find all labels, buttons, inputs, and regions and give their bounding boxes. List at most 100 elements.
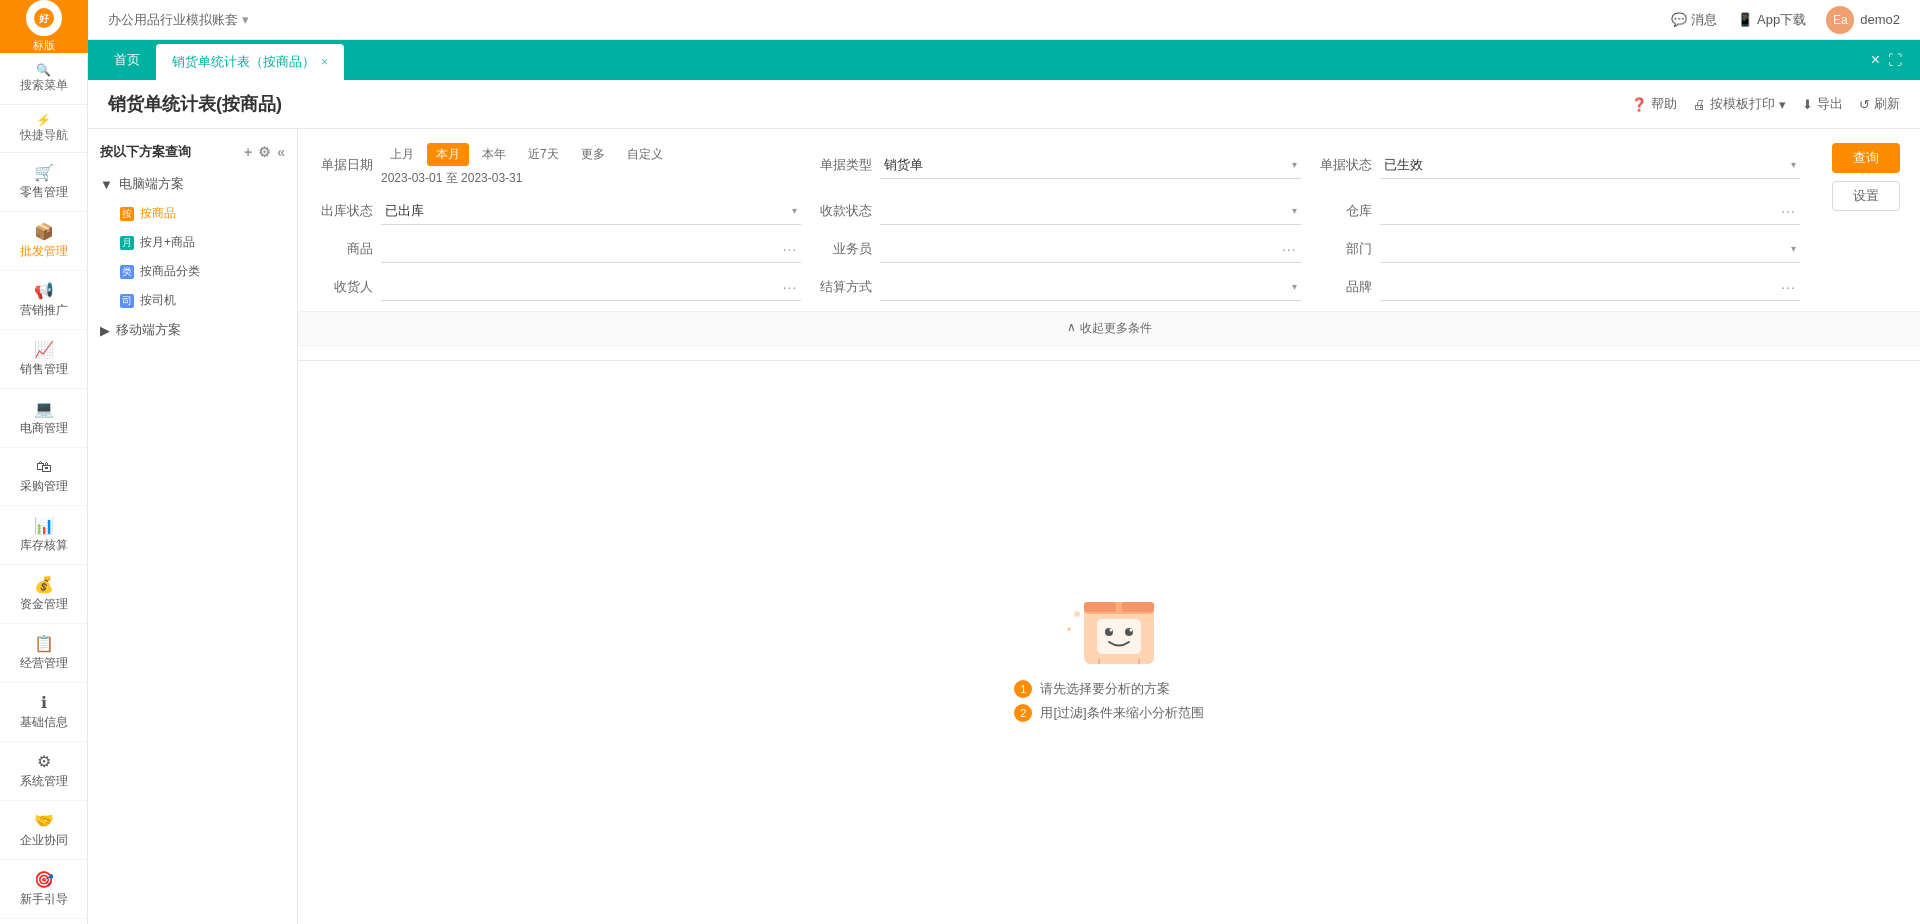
main-area: 办公用品行业模拟账套 ▾ 💬 消息 📱 App下载 Ea demo2 首页 销货… [88,0,1920,924]
dept-field[interactable]: ▾ [1380,235,1800,263]
tree-mobile-section[interactable]: ▶ 移动端方案 [88,315,297,345]
sidebar-item-system[interactable]: ⚙ 系统管理 [0,742,87,801]
date-more[interactable]: 更多 [572,143,614,166]
sidebar-item-wholesale[interactable]: 📦 批发管理 [0,212,87,271]
date-custom[interactable]: 自定义 [618,143,672,166]
help-btn[interactable]: ❓ 帮助 [1631,95,1677,113]
scheme-by-month-goods[interactable]: 月 按月+商品 [108,228,297,257]
brand-field[interactable]: ··· [1380,273,1800,301]
settings-button[interactable]: 设置 [1832,181,1900,211]
tip-text-2: 用[过滤]条件来缩小分析范围 [1040,704,1203,722]
user-name: demo2 [1860,12,1900,27]
date-last-month[interactable]: 上月 [381,143,423,166]
dropdown-icon[interactable]: ▾ [242,12,249,27]
sidebar-item-apps[interactable]: 🔧 应用中心 [0,919,87,924]
brand-label: 品牌 [1317,278,1372,296]
add-scheme-icon[interactable]: + [244,144,252,160]
app-download-btn[interactable]: 📱 App下载 [1737,11,1806,29]
refresh-btn[interactable]: ↺ 刷新 [1859,95,1900,113]
sidebar-item-basic-info[interactable]: ℹ 基础信息 [0,683,87,742]
system-icon: ⚙ [37,752,51,771]
sidebar-item-sales[interactable]: 📈 销售管理 [0,330,87,389]
purchase-label: 采购管理 [20,478,68,495]
window-expand-btn[interactable]: ⛶ [1888,52,1902,68]
quick-nav-item[interactable]: ⚡ 快捷导航 [0,105,87,153]
window-close-btn[interactable]: × [1871,51,1880,69]
goods-label: 商品 [318,240,373,258]
logo-icon: 好 [26,0,62,36]
sidebar-item-purchase[interactable]: 🛍 采购管理 [0,448,87,506]
active-tab-label: 销货单统计表（按商品） [172,53,315,71]
warehouse-dots[interactable]: ··· [1781,203,1796,219]
date-7days[interactable]: 近7天 [519,143,568,166]
tab-home[interactable]: 首页 [98,40,156,80]
tab-active[interactable]: 销货单统计表（按商品） × [156,44,344,80]
search-menu-item[interactable]: 🔍 搜索菜单 [0,53,87,105]
export-icon: ⬇ [1802,97,1813,112]
basic-info-icon: ℹ [41,693,47,712]
warehouse-field[interactable]: ··· [1380,197,1800,225]
salesman-label: 业务员 [817,240,872,258]
scheme-by-driver[interactable]: 司 按司机 [108,286,297,315]
sidebar-item-inventory[interactable]: 📊 库存核算 [0,506,87,565]
quick-nav-label: 快捷导航 [0,127,87,144]
collapse-bar[interactable]: ∧ 收起更多条件 [298,311,1920,346]
doc-status-field[interactable]: 已生效 ▾ [1380,151,1800,179]
scheme-collapse-icon[interactable]: « [277,144,285,160]
brand-dots[interactable]: ··· [1781,279,1796,295]
salesman-col: 业务员 ··· [817,235,1316,263]
sidebar-item-guide[interactable]: 🎯 新手引导 [0,860,87,919]
warehouse-label: 仓库 [1317,202,1372,220]
warehouse-col: 仓库 ··· [1317,197,1816,225]
scheme-by-category[interactable]: 类 按商品分类 [108,257,297,286]
marketing-icon: 📢 [34,281,54,300]
finance-label: 资金管理 [20,596,68,613]
svg-point-10 [1130,628,1133,631]
scheme-settings-icon[interactable]: ⚙ [258,144,271,160]
tab-close-icon[interactable]: × [321,55,328,69]
messages-btn[interactable]: 💬 消息 [1671,11,1717,29]
salesman-dots[interactable]: ··· [1282,241,1297,257]
print-btn[interactable]: 🖨 按模板打印 ▾ [1693,95,1786,113]
scheme-category-icon: 类 [120,265,134,279]
inventory-icon: 📊 [34,516,54,535]
sidebar-item-collab[interactable]: 🤝 企业协同 [0,801,87,860]
doc-type-field[interactable]: 销货单 ▾ [880,151,1300,179]
marketing-label: 营销推广 [20,302,68,319]
doc-type-chevron: ▾ [1292,159,1297,170]
payment-status-field[interactable]: ▾ [880,197,1300,225]
sidebar-item-ecom[interactable]: 💻 电商管理 [0,389,87,448]
left-panel-header: 按以下方案查询 + ⚙ « [88,139,297,169]
sidebar-item-finance[interactable]: 💰 资金管理 [0,565,87,624]
sidebar-item-marketing[interactable]: 📢 营销推广 [0,271,87,330]
ecom-icon: 💻 [34,399,54,418]
sidebar-item-retail[interactable]: 🛒 零售管理 [0,153,87,212]
sidebar-item-operations[interactable]: 📋 经营管理 [0,624,87,683]
mobile-section-arrow: ▶ [100,323,110,338]
sidebar: 好 标版 🔍 搜索菜单 ⚡ 快捷导航 🛒 零售管理 📦 批发管理 📢 营销推广 … [0,0,88,924]
doc-type-value: 销货单 [884,156,923,174]
app-logo: 好 标版 [0,0,88,53]
purchase-icon: 🛍 [36,458,52,476]
doc-status-value: 已生效 [1384,156,1423,174]
scheme-by-goods[interactable]: 按 按商品 [108,199,297,228]
export-btn[interactable]: ⬇ 导出 [1802,95,1843,113]
settlement-field[interactable]: ▾ [880,273,1300,301]
user-profile[interactable]: Ea demo2 [1826,6,1900,34]
goods-field[interactable]: ··· [381,235,801,263]
refresh-icon: ↺ [1859,97,1870,112]
salesman-field[interactable]: ··· [880,235,1300,263]
stock-status-field[interactable]: 已出库 ▾ [381,197,801,225]
messages-icon: 💬 [1671,12,1687,27]
doc-type-label: 单据类型 [817,156,872,174]
date-this-month[interactable]: 本月 [427,143,469,166]
recipient-dots[interactable]: ··· [783,279,798,295]
print-dropdown-icon[interactable]: ▾ [1779,97,1786,112]
recipient-field[interactable]: ··· [381,273,801,301]
tree-pc-section[interactable]: ▼ 电脑端方案 [88,169,297,199]
query-button[interactable]: 查询 [1832,143,1900,173]
date-this-year[interactable]: 本年 [473,143,515,166]
goods-dots[interactable]: ··· [783,241,798,257]
svg-rect-5 [1122,602,1154,612]
header-actions: ❓ 帮助 🖨 按模板打印 ▾ ⬇ 导出 ↺ 刷新 [1631,95,1900,125]
